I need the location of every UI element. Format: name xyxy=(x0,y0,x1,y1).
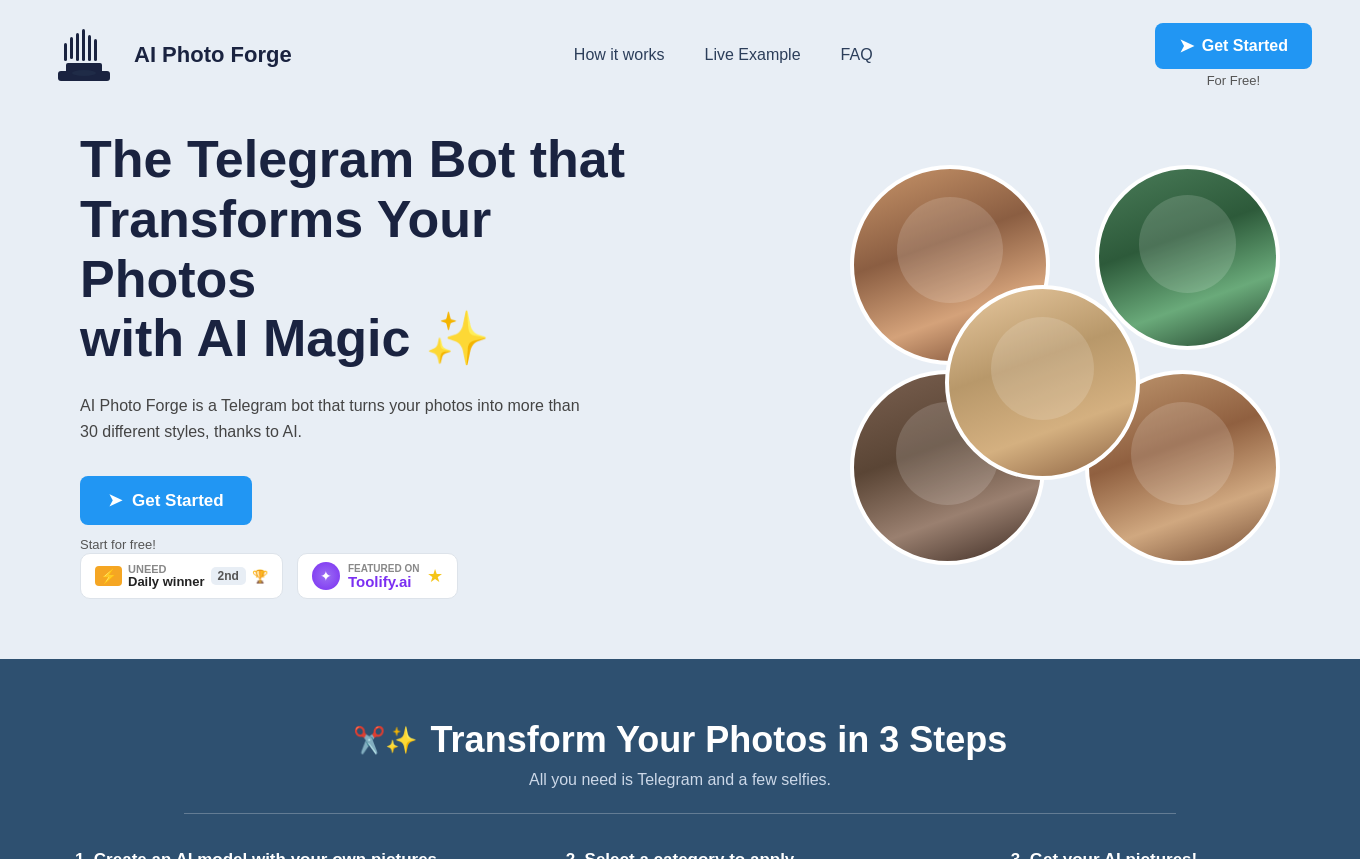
hero-get-started-button[interactable]: ➤ Get Started xyxy=(80,476,252,525)
svg-point-8 xyxy=(72,70,96,76)
steps-section: ✂️✨ Transform Your Photos in 3 Steps All… xyxy=(0,659,1360,859)
hero-section: The Telegram Bot thatTransforms Your Pho… xyxy=(0,110,1360,659)
step-3-number: 3 xyxy=(1011,850,1020,859)
step-1-text: Create an AI model with your own picture… xyxy=(94,850,437,859)
nav-link-faq[interactable]: FAQ xyxy=(841,46,873,63)
steps-title-text: Transform Your Photos in 3 Steps xyxy=(431,719,1008,761)
svg-rect-5 xyxy=(88,35,91,61)
step-1-label: 1. Create an AI model with your own pict… xyxy=(75,850,437,859)
uneed-place: 2nd xyxy=(211,567,246,585)
hero-title-line1: The Telegram Bot thatTransforms Your Pho… xyxy=(80,130,625,367)
logo-icon xyxy=(48,19,120,91)
step-3-label: 3. Get your AI pictures! xyxy=(1011,850,1197,859)
nav-logo-text: AI Photo Forge xyxy=(134,42,292,68)
svg-rect-7 xyxy=(64,43,67,61)
uneed-text-group: UNEED Daily winner xyxy=(128,564,205,588)
hero-telegram-icon: ➤ xyxy=(108,490,122,511)
step-2: 2. Select a category to apply ‹ AI Photo… xyxy=(484,850,876,859)
hero-start-free: Start for free! xyxy=(80,537,156,552)
nav-links: How it works Live Example FAQ xyxy=(574,46,873,64)
svg-rect-4 xyxy=(82,29,85,61)
steps-divider xyxy=(184,813,1176,814)
step-1-number: 1 xyxy=(75,850,84,859)
steps-title: ✂️✨ Transform Your Photos in 3 Steps xyxy=(60,719,1300,761)
step-1: 1. Create an AI model with your own pict… xyxy=(60,850,452,859)
hero-description: AI Photo Forge is a Telegram bot that tu… xyxy=(80,393,600,444)
photo-circle-2 xyxy=(1095,165,1280,350)
uneed-sublabel: Daily winner xyxy=(128,575,205,588)
toolify-text-group: FEATURED ON Toolify.ai xyxy=(348,564,419,589)
uneed-badge[interactable]: ⚡ UNEED Daily winner 2nd 🏆 xyxy=(80,553,283,599)
svg-rect-6 xyxy=(94,39,97,61)
lightning-icon: ⚡ xyxy=(95,566,122,586)
nav-logo[interactable]: AI Photo Forge xyxy=(48,19,292,91)
step-2-text: Select a category to apply xyxy=(585,850,795,859)
nav-link-live-example[interactable]: Live Example xyxy=(705,46,801,63)
nav-cta-label: Get Started xyxy=(1202,37,1288,55)
svg-rect-2 xyxy=(76,33,79,61)
hero-cta-label: Get Started xyxy=(132,491,224,511)
steps-grid: 1. Create an AI model with your own pict… xyxy=(60,850,1300,859)
step-2-number: 2 xyxy=(566,850,575,859)
trophy-icon: 🏆 xyxy=(252,569,268,584)
hero-photo-collage xyxy=(850,165,1280,565)
nav-get-started-button[interactable]: ➤ Get Started xyxy=(1155,23,1312,69)
hero-left: The Telegram Bot thatTransforms Your Pho… xyxy=(80,130,660,599)
steps-header: ✂️✨ Transform Your Photos in 3 Steps All… xyxy=(60,719,1300,789)
telegram-icon: ➤ xyxy=(1179,35,1194,57)
sparkle-emoji: ✨ xyxy=(425,309,490,367)
nav-link-how-it-works[interactable]: How it works xyxy=(574,46,665,63)
steps-subtitle: All you need is Telegram and a few selfi… xyxy=(60,771,1300,789)
nav-free-label: For Free! xyxy=(1207,73,1260,88)
svg-rect-3 xyxy=(70,37,73,59)
toolify-badge[interactable]: ✦ FEATURED ON Toolify.ai ★ xyxy=(297,553,458,599)
step-2-label: 2. Select a category to apply xyxy=(566,850,795,859)
star-icon: ★ xyxy=(427,565,443,587)
step-3: 3. Get your AI pictures! ‹ AI Photo Forg… xyxy=(908,850,1300,859)
wand-icon: ✂️✨ xyxy=(353,725,417,756)
photo-circle-3 xyxy=(945,285,1140,480)
hero-title: The Telegram Bot thatTransforms Your Pho… xyxy=(80,130,660,369)
toolify-name: Toolify.ai xyxy=(348,574,419,589)
hero-badges: ⚡ UNEED Daily winner 2nd 🏆 ✦ FEATURED ON… xyxy=(80,553,660,599)
nav-cta-area: ➤ Get Started For Free! xyxy=(1155,23,1312,88)
navbar: AI Photo Forge How it works Live Example… xyxy=(0,0,1360,110)
toolify-icon: ✦ xyxy=(312,562,340,590)
step-3-text: Get your AI pictures! xyxy=(1030,850,1198,859)
